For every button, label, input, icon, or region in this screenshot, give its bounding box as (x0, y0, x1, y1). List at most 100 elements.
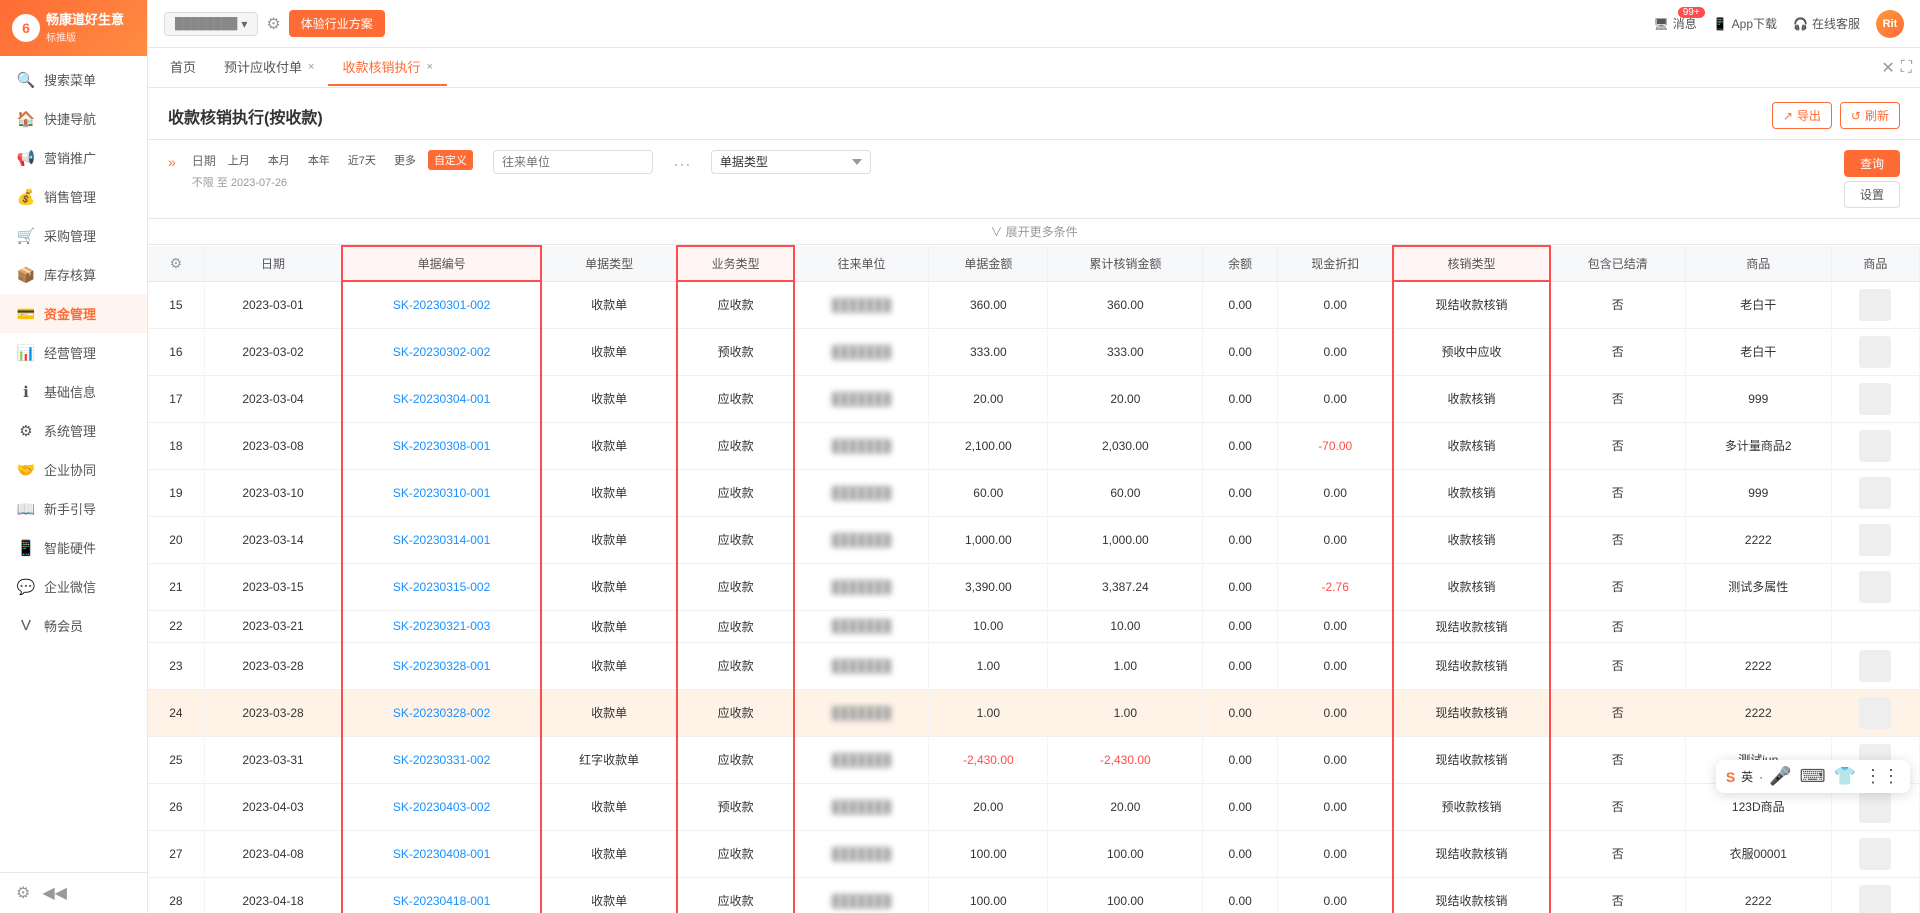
sn-link[interactable]: SK-20230302-002 (393, 345, 490, 359)
user-avatar[interactable]: Rit (1876, 10, 1904, 38)
filter-dots[interactable]: ··· (673, 154, 691, 175)
date-last-month[interactable]: 上月 (222, 150, 256, 170)
cell-date: 2023-03-01 (204, 281, 342, 328)
sn-link[interactable]: SK-20230418-001 (393, 894, 490, 908)
sidebar-item-6[interactable]: 💳资金管理 (0, 294, 147, 333)
sidebar-item-1[interactable]: 🏠快捷导航 (0, 99, 147, 138)
query-button[interactable]: 查询 (1844, 150, 1900, 177)
table-row[interactable]: 17 2023-03-04 SK-20230304-001 收款单 应收款 ██… (148, 375, 1920, 422)
mic-icon[interactable]: 🎤 (1769, 766, 1791, 787)
service-button[interactable]: 🎧 在线客服 (1793, 15, 1860, 32)
sn-link[interactable]: SK-20230403-002 (393, 800, 490, 814)
table-row[interactable]: 19 2023-03-10 SK-20230310-001 收款单 应收款 ██… (148, 469, 1920, 516)
tab-0[interactable]: 首页 (156, 49, 210, 86)
sn-link[interactable]: SK-20230304-001 (393, 392, 490, 406)
tab-close-2[interactable]: × (426, 61, 432, 73)
sidebar-item-7[interactable]: 📊经营管理 (0, 333, 147, 372)
tab-2[interactable]: 收款核销执行× (328, 49, 446, 86)
sn-link[interactable]: SK-20230408-001 (393, 847, 490, 861)
app-download-button[interactable]: 📱 App下载 (1713, 15, 1777, 32)
sn-link[interactable]: SK-20230328-001 (393, 659, 490, 673)
cell-discount: 0.00 (1278, 689, 1394, 736)
table-row[interactable]: 15 2023-03-01 SK-20230301-002 收款单 应收款 ██… (148, 281, 1920, 328)
export-button[interactable]: ↗ 导出 (1772, 102, 1832, 129)
sidebar-item-4[interactable]: 🛒采购管理 (0, 216, 147, 255)
table-row[interactable]: 25 2023-03-31 SK-20230331-002 红字收款单 应收款 … (148, 736, 1920, 783)
table-row[interactable]: 27 2023-04-08 SK-20230408-001 收款单 应收款 ██… (148, 830, 1920, 877)
keyboard-icon[interactable]: ⌨ (1800, 766, 1826, 787)
date-this-month[interactable]: 本月 (262, 150, 296, 170)
cell-product: 2222 (1685, 877, 1831, 913)
expand-more-row[interactable]: ∨ 展开更多条件 (148, 219, 1920, 245)
grid-icon[interactable]: ⋮⋮ (1864, 766, 1900, 787)
tab-close-1[interactable]: × (308, 61, 314, 73)
sn-link[interactable]: SK-20230314-001 (393, 533, 490, 547)
sidebar-item-11[interactable]: 📖新手引导 (0, 489, 147, 528)
cell-no: 21 (148, 563, 204, 610)
collapse-icon[interactable]: ◀◀ (42, 883, 67, 903)
message-button[interactable]: 🖥 消息 99+ (1653, 15, 1696, 32)
sn-link[interactable]: SK-20230328-002 (393, 706, 490, 720)
partner-input[interactable] (493, 150, 653, 174)
cell-partner: ███████ (794, 281, 929, 328)
solution-button[interactable]: 体验行业方案 (289, 10, 385, 37)
partner-value: ███████ (832, 439, 892, 453)
cell-partner: ███████ (794, 516, 929, 563)
cell-balance: 0.00 (1203, 422, 1278, 469)
partner-value: ███████ (832, 894, 892, 908)
shirt-icon[interactable]: 👕 (1834, 766, 1856, 787)
company-selector[interactable]: ████████ ▾ (164, 12, 258, 36)
table-row[interactable]: 21 2023-03-15 SK-20230315-002 收款单 应收款 ██… (148, 563, 1920, 610)
table-row[interactable]: 24 2023-03-28 SK-20230328-002 收款单 应收款 ██… (148, 689, 1920, 736)
close-window-icon[interactable]: ✕ (1881, 58, 1894, 78)
sidebar-item-0[interactable]: 🔍搜索菜单 (0, 60, 147, 99)
filter-toggle-icon[interactable]: » (168, 154, 176, 170)
tab-1[interactable]: 预计应收付单× (210, 49, 328, 86)
sidebar-item-10[interactable]: 🤝企业协同 (0, 450, 147, 489)
cell-partner: ███████ (794, 736, 929, 783)
table-row[interactable]: 26 2023-04-03 SK-20230403-002 收款单 预收款 ██… (148, 783, 1920, 830)
gear-icon[interactable]: ⚙ (266, 14, 280, 34)
table-row[interactable]: 23 2023-03-28 SK-20230328-001 收款单 应收款 ██… (148, 642, 1920, 689)
date-more[interactable]: 更多 (388, 150, 422, 170)
col-settings[interactable]: ⚙ (148, 246, 204, 281)
sidebar-item-3[interactable]: 💰销售管理 (0, 177, 147, 216)
sidebar-item-9[interactable]: ⚙系统管理 (0, 411, 147, 450)
refresh-button[interactable]: ↺ 刷新 (1840, 102, 1900, 129)
top-header: ████████ ▾ ⚙ 体验行业方案 🖥 消息 99+ 📱 App下载 🎧 在… (148, 0, 1920, 48)
sn-link[interactable]: SK-20230315-002 (393, 580, 490, 594)
sidebar-item-14[interactable]: V畅会员 (0, 606, 147, 645)
sn-link[interactable]: SK-20230321-003 (393, 619, 490, 633)
date-this-year[interactable]: 本年 (302, 150, 336, 170)
sidebar-item-5[interactable]: 📦库存核算 (0, 255, 147, 294)
table-row[interactable]: 22 2023-03-21 SK-20230321-003 收款单 应收款 ██… (148, 610, 1920, 642)
table-row[interactable]: 16 2023-03-02 SK-20230302-002 收款单 预收款 ██… (148, 328, 1920, 375)
sn-link[interactable]: SK-20230331-002 (393, 753, 490, 767)
sn-link[interactable]: SK-20230301-002 (393, 298, 490, 312)
table-row[interactable]: 18 2023-03-08 SK-20230308-001 收款单 应收款 ██… (148, 422, 1920, 469)
partner-value: ███████ (832, 392, 892, 406)
filter-date-group: 日期 上月 本月 本年 近7天 更多 自定义 不限 至 2023-07-26 (192, 150, 473, 190)
table-row[interactable]: 28 2023-04-18 SK-20230418-001 收款单 应收款 ██… (148, 877, 1920, 913)
cell-biz-type: 应收款 (677, 642, 793, 689)
table-row[interactable]: 20 2023-03-14 SK-20230314-001 收款单 应收款 ██… (148, 516, 1920, 563)
tab-label-0: 首页 (170, 57, 196, 76)
date-7days[interactable]: 近7天 (342, 150, 382, 170)
date-custom-button[interactable]: 自定义 (428, 150, 473, 170)
cell-verify-type: 收款核销 (1393, 563, 1549, 610)
sidebar-item-8[interactable]: ℹ基础信息 (0, 372, 147, 411)
sidebar-item-12[interactable]: 📱智能硬件 (0, 528, 147, 567)
sn-link[interactable]: SK-20230308-001 (393, 439, 490, 453)
cell-amount: 360.00 (929, 281, 1048, 328)
cell-product: 2222 (1685, 642, 1831, 689)
sidebar-item-2[interactable]: 📢营销推广 (0, 138, 147, 177)
sn-link[interactable]: SK-20230310-001 (393, 486, 490, 500)
settings-icon[interactable]: ⚙ (16, 883, 30, 903)
cell-product (1685, 610, 1831, 642)
bill-type-select[interactable]: 单据类型 收款单 红字收款单 (711, 150, 871, 174)
cell-partner: ███████ (794, 830, 929, 877)
sidebar-label-5: 库存核算 (44, 265, 96, 284)
sidebar-item-13[interactable]: 💬企业微信 (0, 567, 147, 606)
setting-button[interactable]: 设置 (1844, 181, 1900, 208)
expand-window-icon[interactable]: ⛶ (1901, 59, 1912, 77)
